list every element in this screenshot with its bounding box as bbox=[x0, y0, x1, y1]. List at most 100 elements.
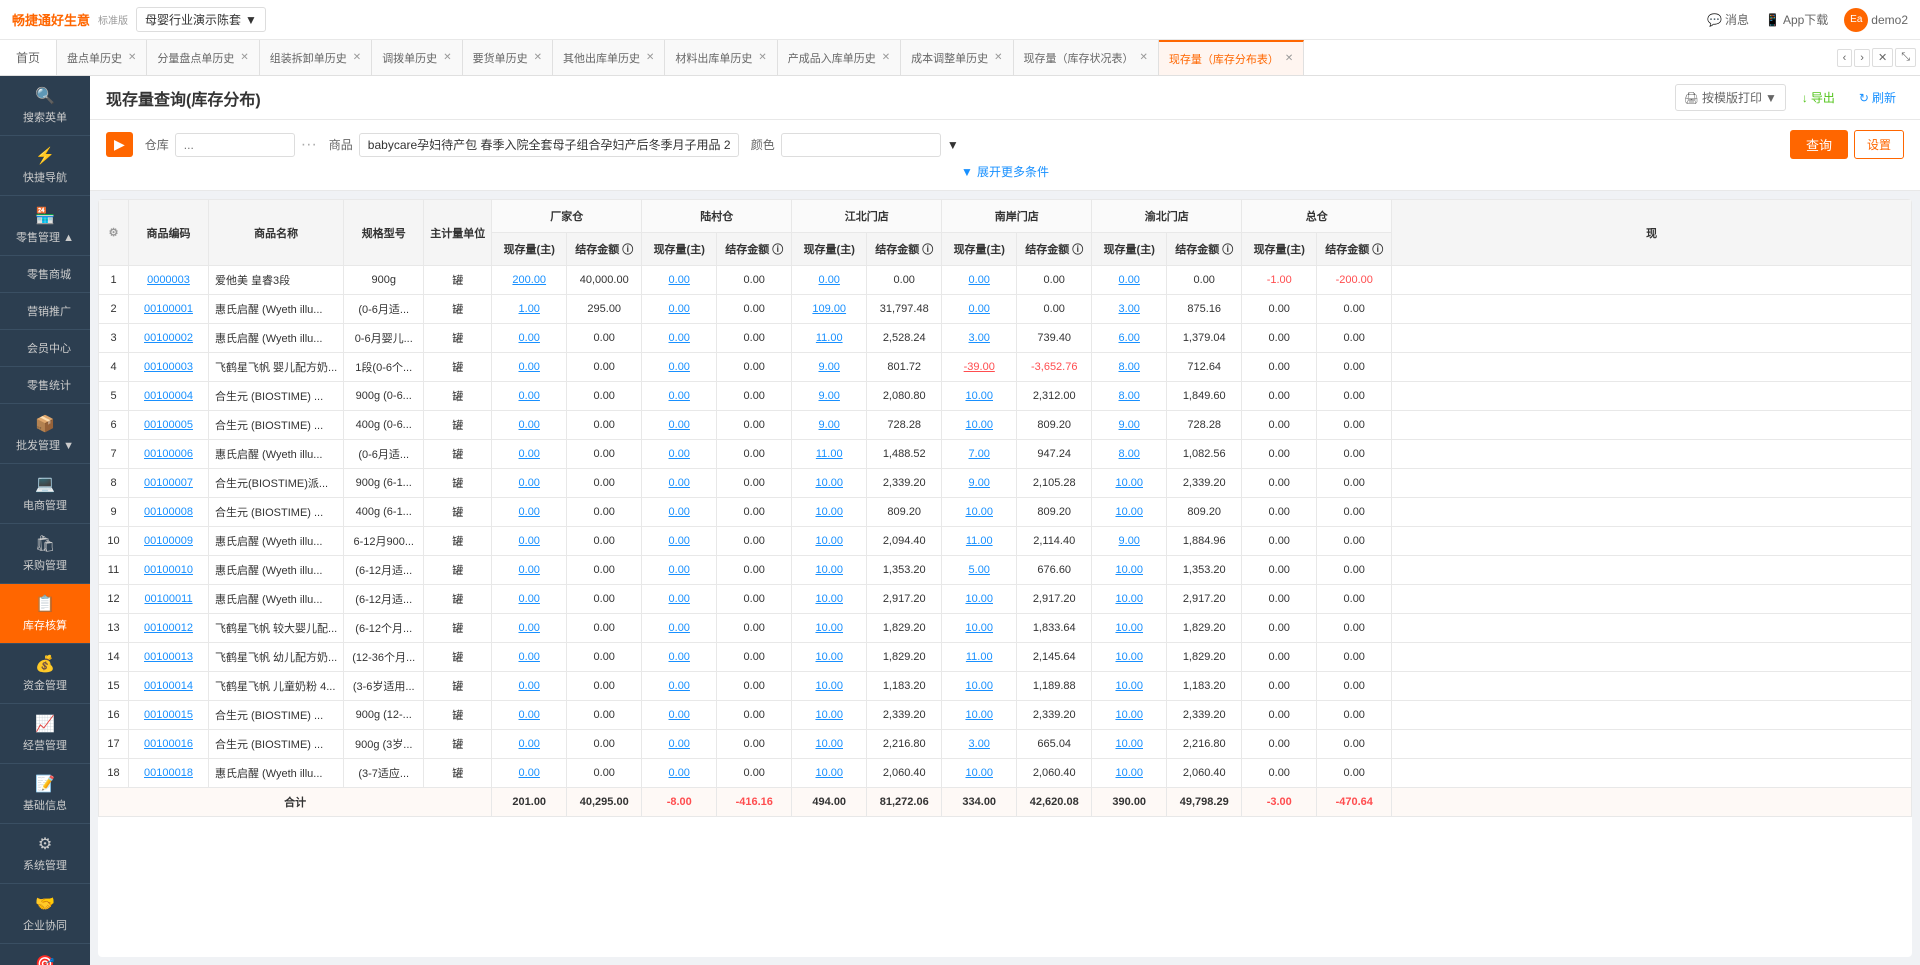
yb-stock-link[interactable]: 10.00 bbox=[1115, 506, 1143, 518]
na-stock-link[interactable]: 3.00 bbox=[969, 738, 990, 750]
lm-stock-link[interactable]: 0.00 bbox=[669, 535, 690, 547]
code-link[interactable]: 00100008 bbox=[144, 506, 193, 518]
lm-stock-link[interactable]: 0.00 bbox=[669, 709, 690, 721]
jb-stock-link[interactable]: 10.00 bbox=[815, 651, 843, 663]
sidebar-item-collab[interactable]: 🤝 企业协同 bbox=[0, 884, 90, 944]
jb-stock-link[interactable]: 9.00 bbox=[819, 361, 840, 373]
lm-stock-link[interactable]: 0.00 bbox=[669, 303, 690, 315]
code-link[interactable]: 00100007 bbox=[144, 477, 193, 489]
yb-stock-link[interactable]: 8.00 bbox=[1119, 390, 1140, 402]
f-stock-link[interactable]: 0.00 bbox=[519, 535, 540, 547]
na-stock-link[interactable]: 10.00 bbox=[965, 622, 993, 634]
tab-cailiao[interactable]: 材料出库单历史 ✕ bbox=[665, 40, 777, 75]
f-stock-link[interactable]: 0.00 bbox=[519, 767, 540, 779]
yb-stock-link[interactable]: 6.00 bbox=[1119, 332, 1140, 344]
tab-kucun-fen[interactable]: 现存量（库存分布表） ✕ bbox=[1159, 40, 1304, 75]
tab-fenpandian[interactable]: 分量盘点单历史 ✕ bbox=[147, 40, 259, 75]
sidebar-item-purchase[interactable]: 🛍 采购管理 bbox=[0, 524, 90, 584]
lm-stock-link[interactable]: 0.00 bbox=[669, 564, 690, 576]
sidebar-item-finance[interactable]: 💰 资金管理 bbox=[0, 644, 90, 704]
na-stock-link[interactable]: -39.00 bbox=[964, 361, 995, 373]
jb-stock-link[interactable]: 10.00 bbox=[815, 593, 843, 605]
tab-diaob[interactable]: 调拨单历史 ✕ bbox=[372, 40, 462, 75]
tab-chengben-close[interactable]: ✕ bbox=[994, 52, 1002, 63]
yb-stock-link[interactable]: 9.00 bbox=[1119, 535, 1140, 547]
print-button[interactable]: 🖨 按模版打印 ▼ bbox=[1675, 84, 1786, 111]
code-link[interactable]: 00100015 bbox=[144, 709, 193, 721]
f-stock-link[interactable]: 0.00 bbox=[519, 738, 540, 750]
tab-yaohuo[interactable]: 要货单历史 ✕ bbox=[463, 40, 553, 75]
jb-stock-link[interactable]: 10.00 bbox=[815, 622, 843, 634]
na-stock-link[interactable]: 11.00 bbox=[966, 651, 993, 663]
sidebar-item-store[interactable]: 零售商城 bbox=[0, 256, 90, 293]
lm-stock-link[interactable]: 0.00 bbox=[669, 390, 690, 402]
export-button[interactable]: ↓ 导出 bbox=[1794, 85, 1843, 110]
f-stock-link[interactable]: 0.00 bbox=[519, 680, 540, 692]
sidebar-item-system[interactable]: ⚙ 系统管理 bbox=[0, 824, 90, 884]
lm-stock-link[interactable]: 0.00 bbox=[669, 361, 690, 373]
code-link[interactable]: 00100006 bbox=[144, 448, 193, 460]
lm-stock-link[interactable]: 0.00 bbox=[669, 593, 690, 605]
na-stock-link[interactable]: 10.00 bbox=[965, 680, 993, 692]
code-link[interactable]: 00100005 bbox=[144, 419, 193, 431]
yb-stock-link[interactable]: 8.00 bbox=[1119, 361, 1140, 373]
sidebar-item-ops[interactable]: 📈 经营管理 bbox=[0, 704, 90, 764]
tab-chengpin[interactable]: 产成品入库单历史 ✕ bbox=[778, 40, 901, 75]
sidebar-item-marketing[interactable]: 营销推广 bbox=[0, 293, 90, 330]
na-stock-link[interactable]: 10.00 bbox=[965, 767, 993, 779]
message-btn[interactable]: 💬 消息 bbox=[1707, 11, 1749, 28]
yb-stock-link[interactable]: 8.00 bbox=[1119, 448, 1140, 460]
tab-next-btn[interactable]: › bbox=[1854, 49, 1870, 67]
setting-button[interactable]: 设置 bbox=[1854, 130, 1904, 159]
yb-stock-link[interactable]: 10.00 bbox=[1115, 738, 1143, 750]
na-stock-link[interactable]: 0.00 bbox=[969, 303, 990, 315]
na-stock-link[interactable]: 10.00 bbox=[965, 506, 993, 518]
user-area[interactable]: Ea demo2 bbox=[1844, 8, 1908, 32]
tab-kucun-zhuang[interactable]: 现存量（库存状况表） ✕ bbox=[1014, 40, 1159, 75]
yb-stock-link[interactable]: 0.00 bbox=[1119, 274, 1140, 286]
jb-stock-link[interactable]: 10.00 bbox=[815, 535, 843, 547]
jb-stock-link[interactable]: 10.00 bbox=[815, 477, 843, 489]
color-input[interactable] bbox=[781, 133, 941, 157]
yb-stock-link[interactable]: 10.00 bbox=[1115, 709, 1143, 721]
code-link[interactable]: 00100016 bbox=[144, 738, 193, 750]
sidebar-item-wholesale[interactable]: 📦 批发管理 ▼ bbox=[0, 404, 90, 464]
tab-fenpandian-close[interactable]: ✕ bbox=[240, 52, 248, 63]
tab-home[interactable]: 首页 bbox=[0, 40, 57, 75]
lm-stock-link[interactable]: 0.00 bbox=[669, 622, 690, 634]
code-link[interactable]: 00100009 bbox=[144, 535, 193, 547]
sidebar-item-nav[interactable]: ⚡ 快捷导航 bbox=[0, 136, 90, 196]
jb-stock-link[interactable]: 10.00 bbox=[815, 767, 843, 779]
yb-stock-link[interactable]: 9.00 bbox=[1119, 419, 1140, 431]
lm-stock-link[interactable]: 0.00 bbox=[669, 506, 690, 518]
query-button[interactable]: 查询 bbox=[1790, 130, 1848, 159]
lm-stock-link[interactable]: 0.00 bbox=[669, 767, 690, 779]
lm-stock-link[interactable]: 0.00 bbox=[669, 419, 690, 431]
f-stock-link[interactable]: 0.00 bbox=[519, 419, 540, 431]
code-link[interactable]: 00100012 bbox=[144, 622, 193, 634]
code-link[interactable]: 00100004 bbox=[144, 390, 193, 402]
code-link[interactable]: 00100013 bbox=[144, 651, 193, 663]
code-link[interactable]: 00100003 bbox=[144, 361, 193, 373]
yb-stock-link[interactable]: 10.00 bbox=[1115, 680, 1143, 692]
tab-pandian-close[interactable]: ✕ bbox=[128, 52, 136, 63]
lm-stock-link[interactable]: 0.00 bbox=[669, 477, 690, 489]
tab-qita[interactable]: 其他出库单历史 ✕ bbox=[553, 40, 665, 75]
code-link[interactable]: 0000003 bbox=[147, 274, 190, 286]
jb-stock-link[interactable]: 10.00 bbox=[815, 738, 843, 750]
jb-stock-link[interactable]: 9.00 bbox=[819, 390, 840, 402]
sidebar-item-inventory[interactable]: 📋 库存核算 bbox=[0, 584, 90, 644]
sidebar-item-guide[interactable]: 🎯 新手引导 bbox=[0, 944, 90, 965]
na-stock-link[interactable]: 0.00 bbox=[969, 274, 990, 286]
tab-yaohuo-close[interactable]: ✕ bbox=[534, 52, 542, 63]
f-stock-link[interactable]: 0.00 bbox=[519, 564, 540, 576]
lm-stock-link[interactable]: 0.00 bbox=[669, 680, 690, 692]
code-link[interactable]: 00100001 bbox=[144, 303, 193, 315]
f-stock-link[interactable]: 200.00 bbox=[512, 274, 546, 286]
tab-kucun-fen-close[interactable]: ✕ bbox=[1285, 53, 1293, 64]
na-stock-link[interactable]: 7.00 bbox=[969, 448, 990, 460]
yb-stock-link[interactable]: 10.00 bbox=[1115, 622, 1143, 634]
lm-stock-link[interactable]: 0.00 bbox=[669, 651, 690, 663]
f-stock-link[interactable]: 1.00 bbox=[519, 303, 540, 315]
na-stock-link[interactable]: 10.00 bbox=[965, 709, 993, 721]
